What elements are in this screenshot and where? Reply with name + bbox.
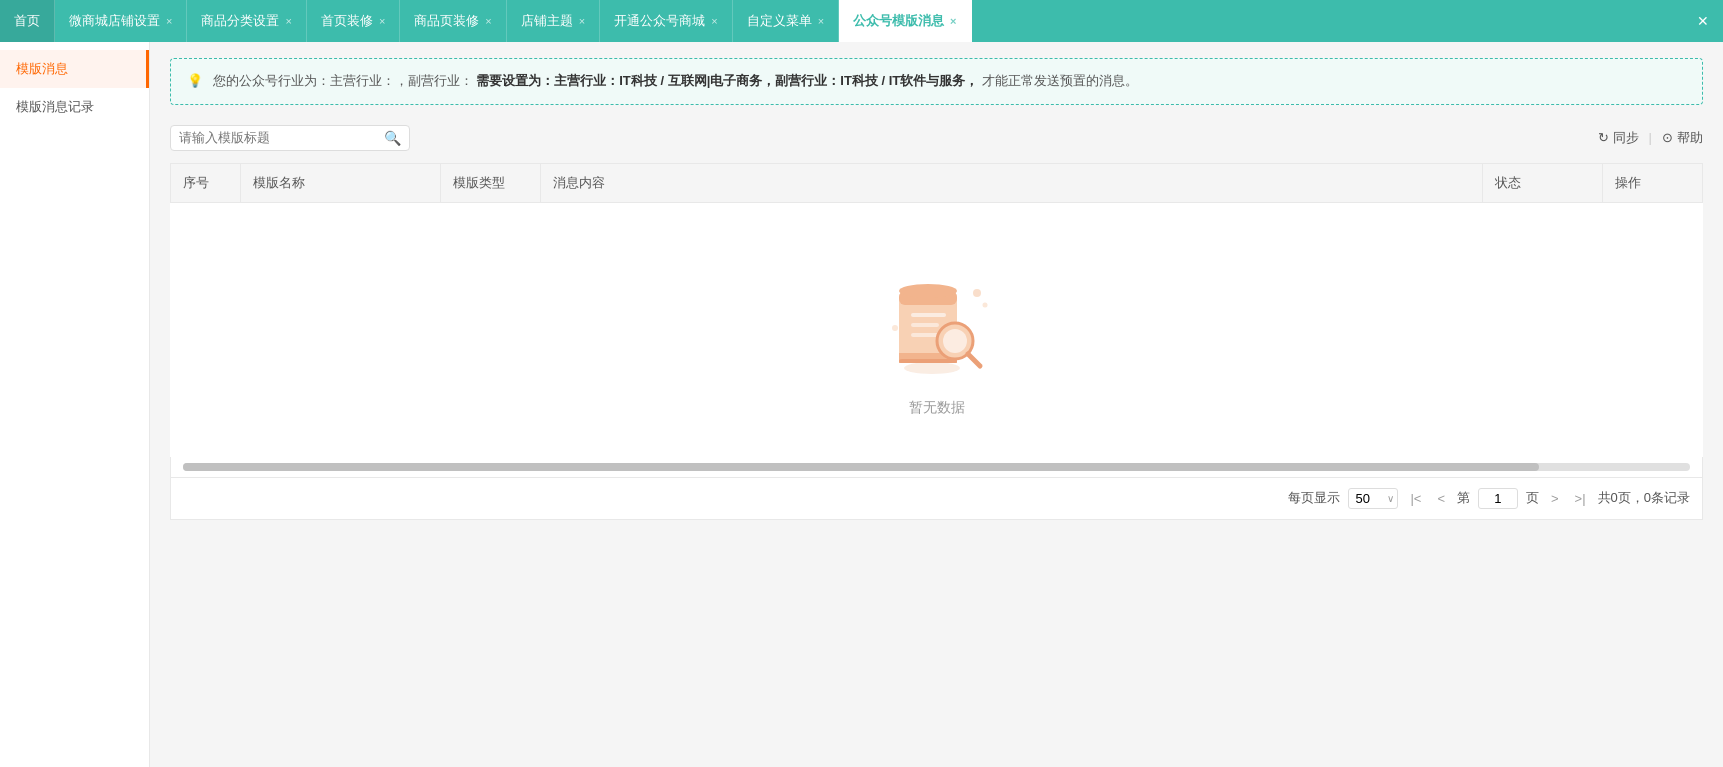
search-input-wrap[interactable]: 🔍	[170, 125, 410, 151]
tab-store-theme[interactable]: 店铺主题 ×	[507, 0, 600, 42]
search-icon[interactable]: 🔍	[384, 130, 401, 146]
empty-illustration	[877, 263, 997, 383]
close-tab-category[interactable]: ×	[285, 15, 291, 27]
main-content: 💡 您的公众号行业为：主营行业：，副营行业： 需要设置为：主营行业：IT科技 /…	[150, 42, 1723, 767]
svg-point-14	[892, 325, 898, 331]
notice-highlight: 需要设置为：主营行业：IT科技 / 互联网|电子商务，副营行业：IT科技 / I…	[476, 73, 978, 88]
tab-store-settings[interactable]: 微商城店铺设置 ×	[55, 0, 187, 42]
close-tab-home-decor[interactable]: ×	[379, 15, 385, 27]
svg-point-12	[973, 289, 981, 297]
search-bar: 🔍 ↻ 同步 | ⊙ 帮助	[170, 125, 1703, 151]
tab-category-settings[interactable]: 商品分类设置 ×	[187, 0, 306, 42]
prev-page-button[interactable]: <	[1433, 489, 1449, 508]
empty-text: 暂无数据	[909, 399, 965, 417]
page-label: 页	[1526, 489, 1539, 507]
svg-rect-4	[899, 359, 957, 363]
tab-custom-menu[interactable]: 自定义菜单 ×	[733, 0, 839, 42]
close-tab-template-message[interactable]: ×	[950, 15, 956, 27]
col-header-status: 状态	[1483, 163, 1603, 202]
svg-point-0	[904, 362, 960, 374]
close-all-icon: ✕	[1697, 13, 1709, 29]
notice-banner: 💡 您的公众号行业为：主营行业：，副营行业： 需要设置为：主营行业：IT科技 /…	[170, 58, 1703, 105]
data-table: 序号 模版名称 模版类型 消息内容 状态 操作	[170, 163, 1703, 457]
col-header-content: 消息内容	[541, 163, 1483, 202]
sync-icon: ↻	[1598, 130, 1609, 145]
page-di-label: 第	[1457, 489, 1470, 507]
total-info: 共0页，0条记录	[1598, 489, 1690, 507]
notice-suffix: 才能正常发送预置的消息。	[982, 73, 1138, 88]
per-page-wrapper: 50 20 100	[1348, 488, 1398, 509]
tab-template-message[interactable]: 公众号模版消息 ×	[839, 0, 971, 42]
svg-point-13	[982, 302, 987, 307]
notice-prefix: 您的公众号行业为：主营行业：，副营行业：	[213, 73, 473, 88]
table-header-row: 序号 模版名称 模版类型 消息内容 状态 操作	[171, 163, 1703, 202]
empty-svg	[877, 263, 997, 383]
per-page-select[interactable]: 50 20 100	[1348, 488, 1398, 509]
svg-point-5	[899, 284, 957, 298]
pagination: 每页显示 50 20 100 |< < 第 页 > >| 共0页，0条记录	[170, 478, 1703, 520]
action-divider: |	[1649, 130, 1652, 145]
help-button[interactable]: ⊙ 帮助	[1662, 129, 1703, 147]
col-header-type: 模版类型	[441, 163, 541, 202]
per-page-label: 每页显示	[1288, 489, 1340, 507]
tab-product-decor[interactable]: 商品页装修 ×	[400, 0, 506, 42]
close-tab-product-decor[interactable]: ×	[485, 15, 491, 27]
sidebar: 模版消息 模版消息记录	[0, 42, 150, 767]
next-page-button[interactable]: >	[1547, 489, 1563, 508]
sync-button[interactable]: ↻ 同步	[1598, 129, 1639, 147]
svg-rect-7	[911, 323, 939, 327]
top-navigation: 首页 微商城店铺设置 × 商品分类设置 × 首页装修 × 商品页装修 × 店铺主…	[0, 0, 1723, 42]
empty-state: 暂无数据	[171, 203, 1703, 457]
sidebar-item-template-message[interactable]: 模版消息	[0, 50, 149, 88]
close-tab-custom-menu[interactable]: ×	[818, 15, 824, 27]
col-header-index: 序号	[171, 163, 241, 202]
col-header-action: 操作	[1603, 163, 1703, 202]
sidebar-item-template-record[interactable]: 模版消息记录	[0, 88, 149, 126]
tab-open-store[interactable]: 开通公众号商城 ×	[600, 0, 732, 42]
col-header-name: 模版名称	[241, 163, 441, 202]
scroll-thumb	[183, 463, 1539, 471]
help-icon: ⊙	[1662, 130, 1673, 145]
tab-home[interactable]: 首页	[0, 0, 55, 42]
svg-point-10	[943, 329, 967, 353]
close-tab-store-theme[interactable]: ×	[579, 15, 585, 27]
page-input[interactable]	[1478, 488, 1518, 509]
svg-line-11	[968, 354, 980, 366]
close-tab-open-store[interactable]: ×	[711, 15, 717, 27]
main-layout: 模版消息 模版消息记录 💡 您的公众号行业为：主营行业：，副营行业： 需要设置为…	[0, 42, 1723, 767]
empty-row: 暂无数据	[171, 202, 1703, 457]
bulb-icon: 💡	[187, 73, 203, 88]
search-actions: ↻ 同步 | ⊙ 帮助	[1598, 129, 1703, 147]
close-tab-store-settings[interactable]: ×	[166, 15, 172, 27]
svg-rect-6	[911, 313, 946, 317]
tab-home-decor[interactable]: 首页装修 ×	[307, 0, 400, 42]
close-all-tabs-button[interactable]: ✕	[1683, 0, 1723, 42]
scroll-bar-row	[170, 457, 1703, 478]
scroll-track[interactable]	[183, 463, 1690, 471]
search-input[interactable]	[179, 130, 384, 145]
first-page-button[interactable]: |<	[1406, 489, 1425, 508]
last-page-button[interactable]: >|	[1571, 489, 1590, 508]
